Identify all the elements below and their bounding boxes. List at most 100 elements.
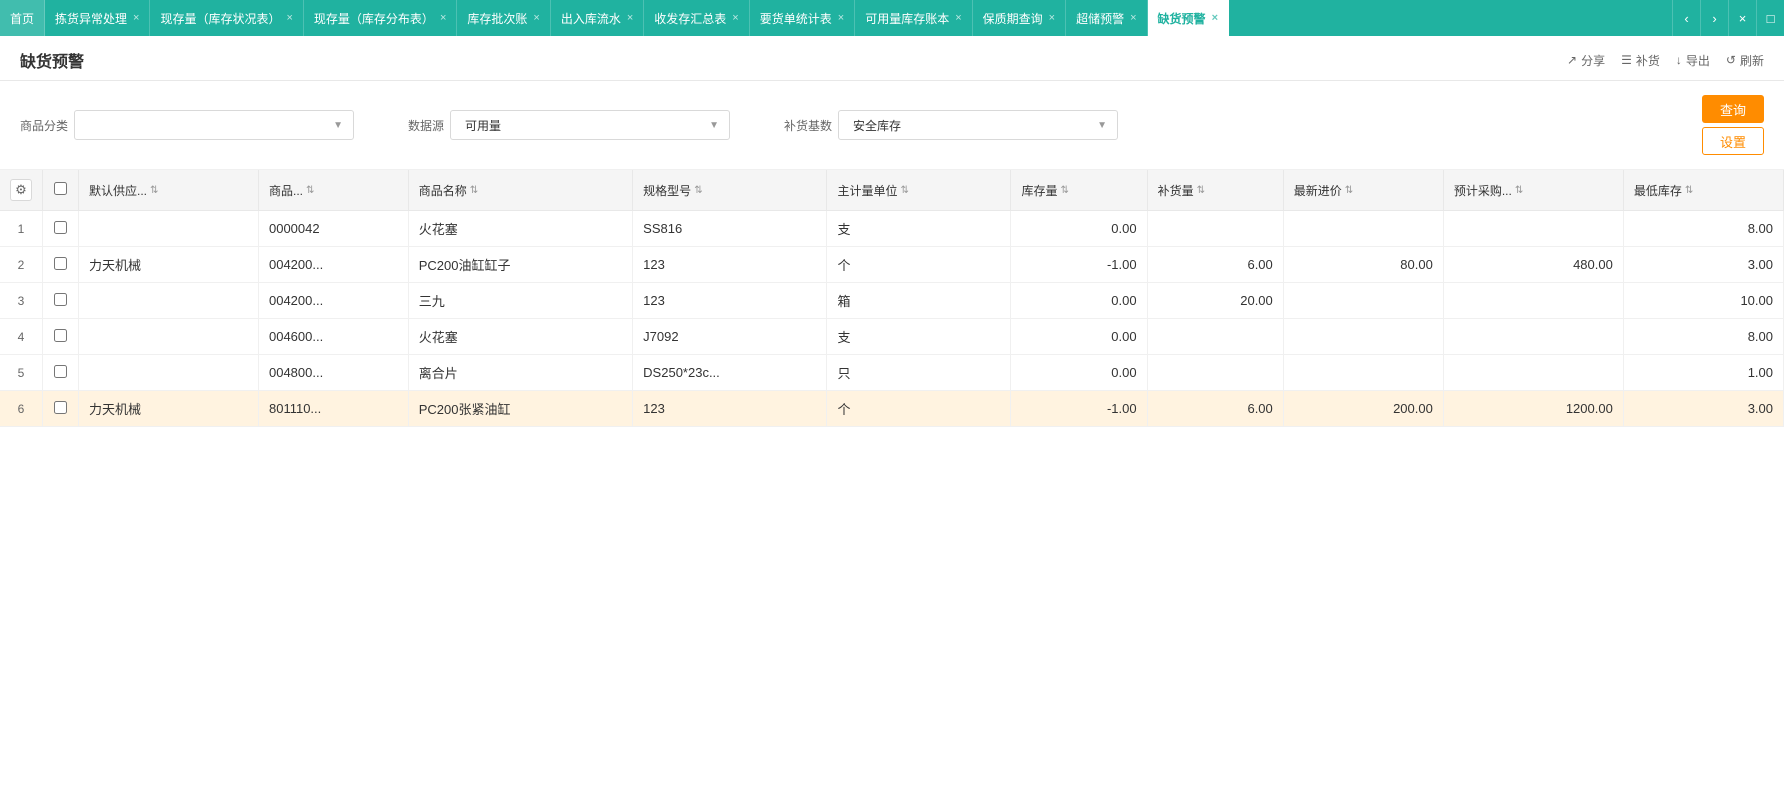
- row-checkbox-2[interactable]: [54, 293, 67, 306]
- row-checkbox-3[interactable]: [54, 329, 67, 342]
- sort-estimated-icon[interactable]: ⇅: [1515, 185, 1523, 196]
- row-checkbox-1[interactable]: [54, 257, 67, 270]
- filter-group-replenish: 补货基数 安全库存 ▼: [784, 110, 1118, 140]
- page-container: 缺货预警 ↗ 分享 ☰ 补货 ↓ 导出 ↺ 刷新 商品分类: [0, 36, 1784, 796]
- sort-stock-icon[interactable]: ⇅: [1060, 185, 1068, 196]
- export-button[interactable]: ↓ 导出: [1676, 52, 1710, 69]
- td-name-4: 离合片: [408, 355, 632, 391]
- td-name-5: PC200张紧油缸: [408, 391, 632, 427]
- close-tab-6[interactable]: ×: [732, 12, 738, 24]
- td-name-2: 三九: [408, 283, 632, 319]
- td-index-5: 6: [0, 391, 43, 427]
- nav-next-button[interactable]: ›: [1700, 0, 1728, 36]
- close-tab-5[interactable]: ×: [627, 12, 633, 24]
- tab-order-stats[interactable]: 要货单统计表 ×: [750, 0, 855, 36]
- select-all-checkbox[interactable]: [54, 182, 67, 195]
- td-unit-4: 只: [827, 355, 1011, 391]
- datasource-select[interactable]: 可用量 ▼: [450, 110, 730, 140]
- th-unit: 主计量单位 ⇅: [827, 170, 1011, 211]
- filter-buttons: 查询 设置: [1702, 95, 1764, 155]
- td-supplier-1: 力天机械: [79, 247, 259, 283]
- tab-shortage-warning[interactable]: 缺货预警 ×: [1148, 0, 1229, 36]
- tab-batch-account[interactable]: 库存批次账 ×: [457, 0, 550, 36]
- refresh-icon: ↺: [1726, 53, 1736, 67]
- share-button[interactable]: ↗ 分享: [1567, 52, 1605, 69]
- table-row: 6 力天机械 801110... PC200张紧油缸 123 个 -1.00 6…: [0, 391, 1784, 427]
- nav-prev-button[interactable]: ‹: [1672, 0, 1700, 36]
- nav-close-all-button[interactable]: ×: [1728, 0, 1756, 36]
- tab-inventory-status[interactable]: 现存量（库存状况表） ×: [150, 0, 303, 36]
- close-tab-3[interactable]: ×: [440, 12, 446, 24]
- td-stock-3: 0.00: [1011, 319, 1147, 355]
- close-tab-4[interactable]: ×: [533, 12, 539, 24]
- sort-name-icon[interactable]: ⇅: [470, 185, 478, 196]
- td-price-3: [1283, 319, 1443, 355]
- row-checkbox-5[interactable]: [54, 401, 67, 414]
- td-code-5: 801110...: [258, 391, 408, 427]
- close-tab-1[interactable]: ×: [133, 12, 139, 24]
- th-estimated-purchase: 预计采购... ⇅: [1443, 170, 1623, 211]
- close-tab-2[interactable]: ×: [286, 12, 292, 24]
- td-min-stock-1: 3.00: [1623, 247, 1783, 283]
- table-row: 4 004600... 火花塞 J7092 支 0.00 8.00: [0, 319, 1784, 355]
- th-supplier: 默认供应... ⇅: [79, 170, 259, 211]
- replenish-button[interactable]: ☰ 补货: [1621, 52, 1660, 69]
- tab-available-stock[interactable]: 可用量库存账本 ×: [855, 0, 972, 36]
- tab-home[interactable]: 首页: [0, 0, 45, 36]
- td-index-4: 5: [0, 355, 43, 391]
- filter-group-category: 商品分类 ▼: [20, 110, 354, 140]
- td-unit-1: 个: [827, 247, 1011, 283]
- td-price-5: 200.00: [1283, 391, 1443, 427]
- datasource-dropdown-icon: ▼: [709, 120, 719, 131]
- td-replenish-qty-3: [1147, 319, 1283, 355]
- td-stock-1: -1.00: [1011, 247, 1147, 283]
- replenish-select[interactable]: 安全库存 ▼: [838, 110, 1118, 140]
- replenish-icon: ☰: [1621, 53, 1632, 67]
- category-select[interactable]: ▼: [74, 110, 354, 140]
- td-code-3: 004600...: [258, 319, 408, 355]
- close-tab-9[interactable]: ×: [1049, 12, 1055, 24]
- refresh-button[interactable]: ↺ 刷新: [1726, 52, 1764, 69]
- close-tab-11[interactable]: ×: [1212, 12, 1218, 24]
- td-name-3: 火花塞: [408, 319, 632, 355]
- td-min-stock-3: 8.00: [1623, 319, 1783, 355]
- th-stock: 库存量 ⇅: [1011, 170, 1147, 211]
- gear-settings-button[interactable]: ⚙: [10, 179, 32, 201]
- row-checkbox-4[interactable]: [54, 365, 67, 378]
- sort-spec-icon[interactable]: ⇅: [694, 185, 702, 196]
- tab-picking-exception[interactable]: 拣货异常处理 ×: [45, 0, 150, 36]
- datasource-label: 数据源: [408, 117, 444, 134]
- tab-overstock-warning[interactable]: 超储预警 ×: [1066, 0, 1147, 36]
- th-spec: 规格型号 ⇅: [633, 170, 827, 211]
- close-tab-10[interactable]: ×: [1130, 12, 1136, 24]
- sort-unit-icon[interactable]: ⇅: [901, 185, 909, 196]
- th-min-stock: 最低库存 ⇅: [1623, 170, 1783, 211]
- query-button[interactable]: 查询: [1702, 95, 1764, 123]
- close-tab-7[interactable]: ×: [838, 12, 844, 24]
- row-checkbox-0[interactable]: [54, 221, 67, 234]
- sort-supplier-icon[interactable]: ⇅: [150, 185, 158, 196]
- th-gear: ⚙: [0, 170, 43, 211]
- tab-flow[interactable]: 出入库流水 ×: [551, 0, 644, 36]
- th-checkbox: [43, 170, 79, 211]
- td-checkbox-1: [43, 247, 79, 283]
- td-spec-0: SS816: [633, 211, 827, 247]
- td-stock-2: 0.00: [1011, 283, 1147, 319]
- export-icon: ↓: [1676, 53, 1682, 67]
- td-supplier-0: [79, 211, 259, 247]
- sort-code-icon[interactable]: ⇅: [306, 185, 314, 196]
- close-tab-8[interactable]: ×: [955, 12, 961, 24]
- table-row: 2 力天机械 004200... PC200油缸缸子 123 个 -1.00 6…: [0, 247, 1784, 283]
- tab-inventory-distribution[interactable]: 现存量（库存分布表） ×: [304, 0, 457, 36]
- tab-expiry-query[interactable]: 保质期查询 ×: [973, 0, 1066, 36]
- td-unit-2: 箱: [827, 283, 1011, 319]
- sort-min-stock-icon[interactable]: ⇅: [1685, 185, 1693, 196]
- settings-button[interactable]: 设置: [1702, 127, 1764, 155]
- td-spec-2: 123: [633, 283, 827, 319]
- tab-summary[interactable]: 收发存汇总表 ×: [644, 0, 749, 36]
- sort-replenish-qty-icon[interactable]: ⇅: [1197, 185, 1205, 196]
- nav-restore-button[interactable]: □: [1756, 0, 1784, 36]
- td-price-4: [1283, 355, 1443, 391]
- table-row: 3 004200... 三九 123 箱 0.00 20.00 10.00: [0, 283, 1784, 319]
- sort-price-icon[interactable]: ⇅: [1345, 185, 1353, 196]
